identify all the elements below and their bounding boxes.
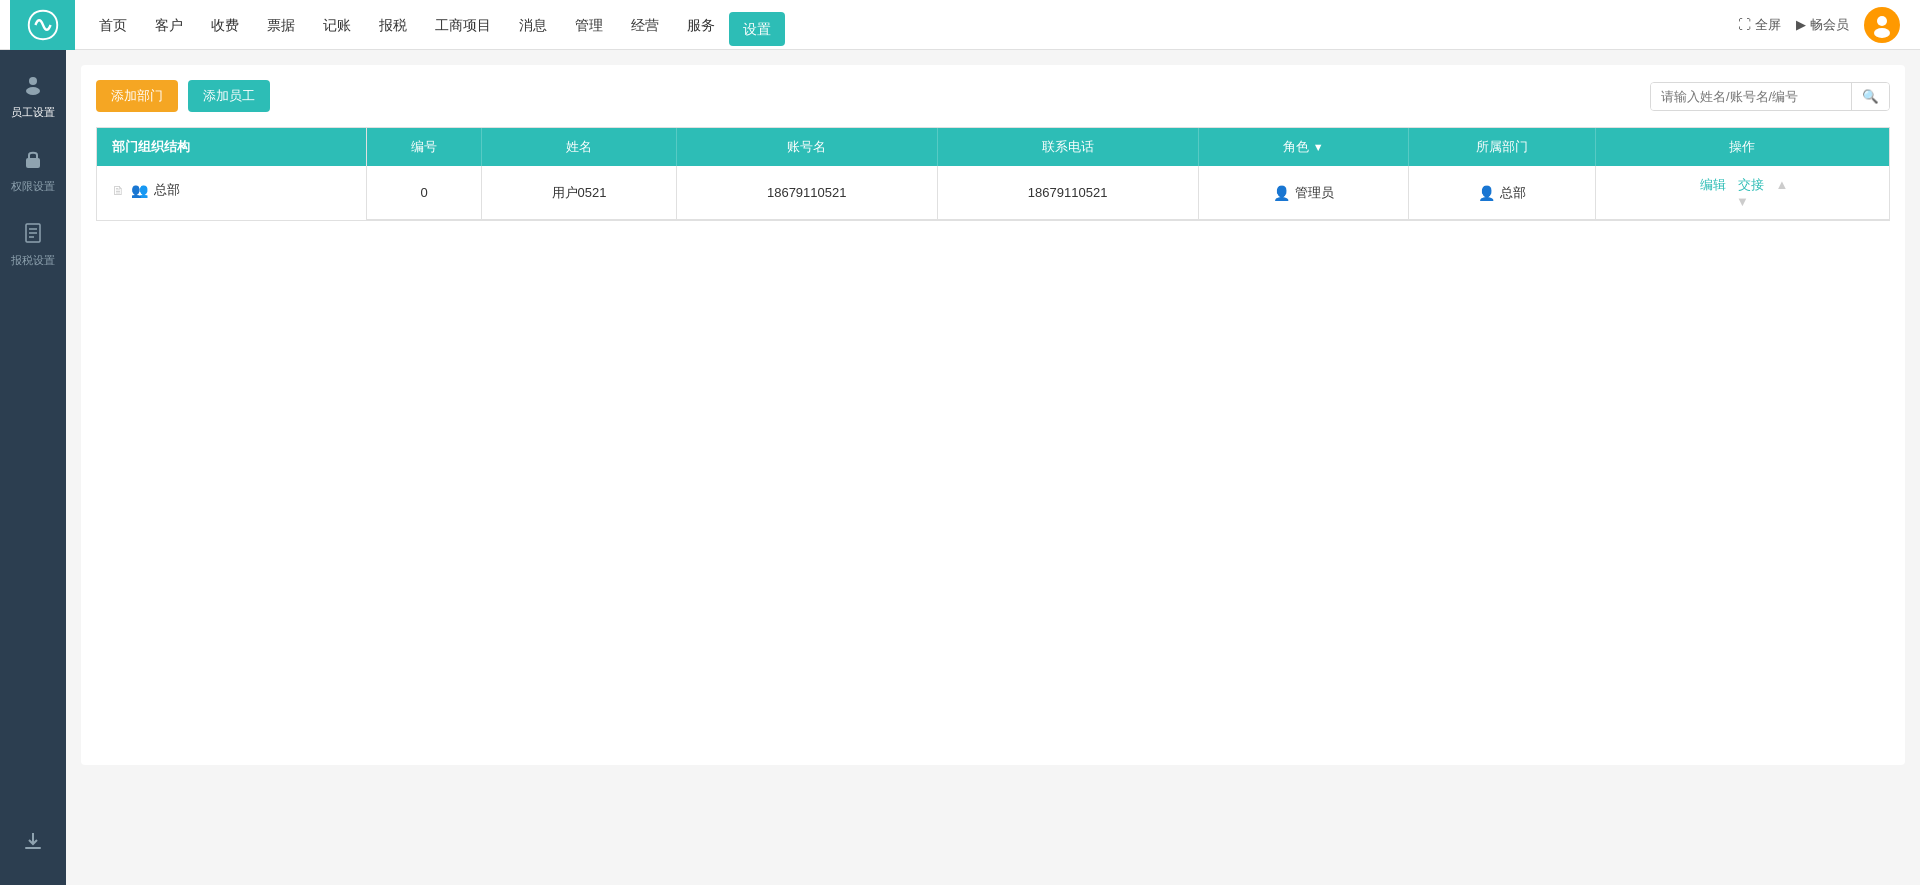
nav-home[interactable]: 首页 <box>85 0 141 50</box>
cell-account: 18679110521 <box>676 166 937 220</box>
fullscreen-label: 全屏 <box>1755 16 1781 34</box>
handover-link[interactable]: 交接 <box>1738 177 1764 192</box>
member-btn[interactable]: ▶ 畅会员 <box>1796 16 1849 34</box>
svg-rect-4 <box>26 158 40 168</box>
col-action: 操作 <box>1595 128 1889 166</box>
sidebar-download[interactable] <box>0 816 66 875</box>
download-icon <box>22 830 44 857</box>
top-nav: 首页 客户 收费 票据 记账 报税 工商项目 消息 管理 经营 服务 设置 ⛶ … <box>0 0 1920 50</box>
search-box: 🔍 <box>1650 82 1890 111</box>
sidebar-employee-label: 员工设置 <box>11 105 55 120</box>
sidebar-item-tax[interactable]: 报税设置 <box>0 208 66 282</box>
nav-bookkeeping[interactable]: 记账 <box>309 0 365 50</box>
nav-manage[interactable]: 管理 <box>561 0 617 50</box>
table-panel: 编号 姓名 账号名 联系电话 角色 ▼ 所属部门 操作 <box>367 128 1889 220</box>
main-content: 添加部门 添加员工 🔍 部门组织结构 🗎 👥 <box>66 50 1920 885</box>
sidebar: 员工设置 权限设置 报税设置 <box>0 50 66 885</box>
tree-item-headquarters[interactable]: 🗎 👥 总部 <box>107 176 356 204</box>
report-icon <box>23 222 43 249</box>
member-label: 畅会员 <box>1810 16 1849 34</box>
search-input[interactable] <box>1651 83 1851 110</box>
col-name: 姓名 <box>482 128 676 166</box>
employee-table: 编号 姓名 账号名 联系电话 角色 ▼ 所属部门 操作 <box>367 128 1889 220</box>
fullscreen-icon: ⛶ <box>1738 17 1751 32</box>
role-label: 角色 <box>1283 139 1309 154</box>
dept-value: 总部 <box>1500 184 1526 202</box>
cell-name: 用户0521 <box>482 166 676 220</box>
svg-point-3 <box>26 87 40 95</box>
nav-ticket[interactable]: 票据 <box>253 0 309 50</box>
col-role[interactable]: 角色 ▼ <box>1198 128 1409 166</box>
tree-panel: 部门组织结构 🗎 👥 总部 <box>97 128 367 220</box>
body-area: 部门组织结构 🗎 👥 总部 编号 <box>96 127 1890 221</box>
svg-rect-9 <box>25 847 41 849</box>
nav-service[interactable]: 服务 <box>673 0 729 50</box>
nav-message[interactable]: 消息 <box>505 0 561 50</box>
tree-header: 部门组织结构 <box>97 128 366 166</box>
edit-link[interactable]: 编辑 <box>1700 177 1726 192</box>
add-emp-button[interactable]: 添加员工 <box>188 80 270 112</box>
member-icon: ▶ <box>1796 17 1806 32</box>
col-phone: 联系电话 <box>937 128 1198 166</box>
lock-icon <box>23 148 43 175</box>
cell-actions: 编辑 交接 ▲▼ <box>1595 166 1889 220</box>
nav-settings[interactable]: 设置 <box>729 12 785 46</box>
filter-icon: ▼ <box>1313 141 1324 153</box>
sidebar-item-permission[interactable]: 权限设置 <box>0 134 66 208</box>
file-icon: 🗎 <box>112 183 125 198</box>
fullscreen-btn[interactable]: ⛶ 全屏 <box>1738 16 1781 34</box>
avatar[interactable] <box>1864 7 1900 43</box>
nav-tax[interactable]: 报税 <box>365 0 421 50</box>
toolbar: 添加部门 添加员工 🔍 <box>96 80 1890 112</box>
tree-body: 🗎 👥 总部 <box>97 166 366 214</box>
search-button[interactable]: 🔍 <box>1851 83 1889 110</box>
svg-point-1 <box>1874 28 1890 38</box>
nav-business[interactable]: 工商项目 <box>421 0 505 50</box>
col-account: 账号名 <box>676 128 937 166</box>
cell-role: 👤 管理员 <box>1198 166 1409 220</box>
nav-operation[interactable]: 经营 <box>617 0 673 50</box>
svg-point-0 <box>1877 16 1887 26</box>
sidebar-item-employee[interactable]: 员工设置 <box>0 60 66 134</box>
content-card: 添加部门 添加员工 🔍 部门组织结构 🗎 👥 <box>81 65 1905 765</box>
cell-id: 0 <box>367 166 482 220</box>
nav-right: ⛶ 全屏 ▶ 畅会员 <box>1738 7 1910 43</box>
add-dept-button[interactable]: 添加部门 <box>96 80 178 112</box>
col-id: 编号 <box>367 128 482 166</box>
sidebar-tax-label: 报税设置 <box>11 253 55 268</box>
table-row: 0 用户0521 18679110521 18679110521 👤 管理员 <box>367 166 1889 220</box>
main-layout: 员工设置 权限设置 报税设置 <box>0 50 1920 885</box>
table-header-row: 编号 姓名 账号名 联系电话 角色 ▼ 所属部门 操作 <box>367 128 1889 166</box>
cell-dept: 👤 总部 <box>1409 166 1595 220</box>
role-value: 管理员 <box>1295 184 1334 202</box>
nav-customer[interactable]: 客户 <box>141 0 197 50</box>
cell-phone: 18679110521 <box>937 166 1198 220</box>
col-dept: 所属部门 <box>1409 128 1595 166</box>
main-nav: 首页 客户 收费 票据 记账 报税 工商项目 消息 管理 经营 服务 设置 <box>75 0 1738 50</box>
nav-fee[interactable]: 收费 <box>197 0 253 50</box>
dept-user-icon: 👤 <box>1478 185 1495 201</box>
svg-point-2 <box>29 77 37 85</box>
role-user-icon: 👤 <box>1273 185 1290 201</box>
search-icon: 🔍 <box>1862 89 1879 104</box>
logo <box>10 0 75 50</box>
user-group-icon: 👥 <box>131 182 148 198</box>
person-icon <box>22 74 44 101</box>
tree-item-label: 总部 <box>154 181 180 199</box>
sidebar-permission-label: 权限设置 <box>11 179 55 194</box>
